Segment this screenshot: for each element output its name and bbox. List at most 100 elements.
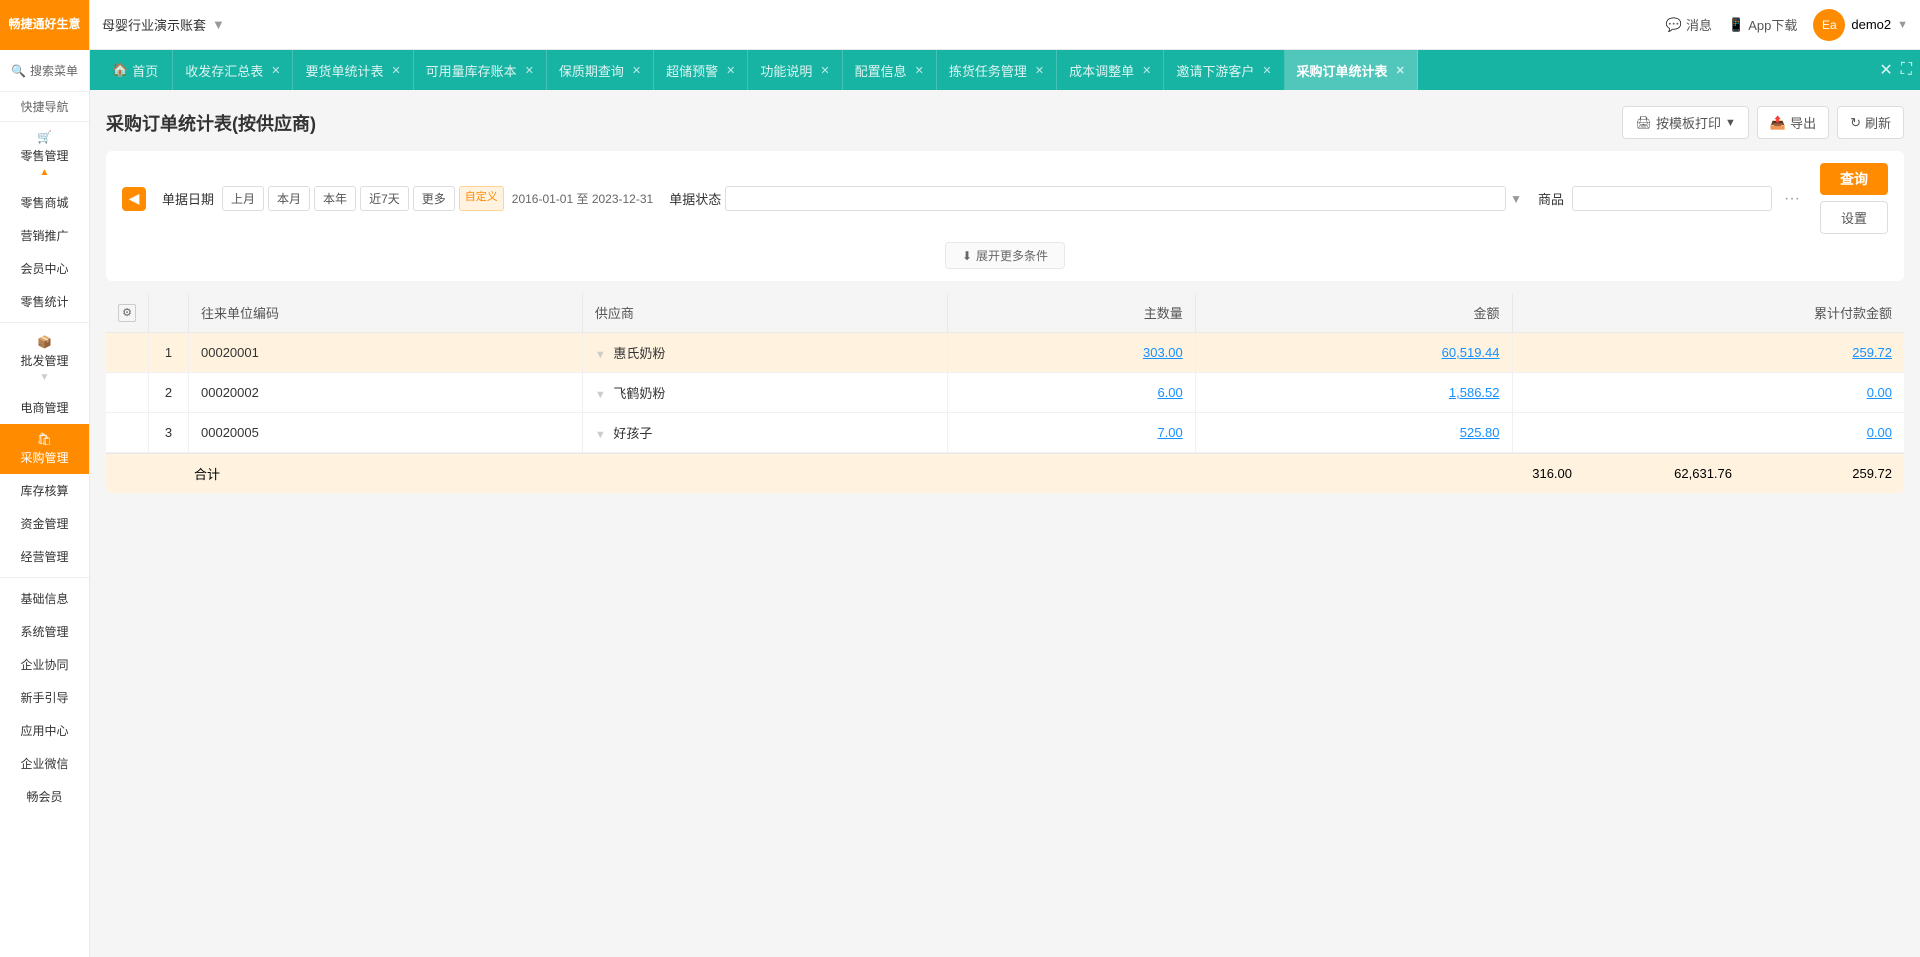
app-download-button[interactable]: 📱 App下载	[1728, 15, 1797, 34]
sidebar-item-retail-stats[interactable]: 零售统计	[0, 285, 89, 318]
export-button[interactable]: 📤 导出	[1757, 106, 1829, 139]
goods-input[interactable]	[1572, 186, 1772, 211]
quick-nav-section: 快捷导航	[0, 92, 89, 122]
tab-requisition-close[interactable]: ✕	[391, 64, 400, 77]
sidebar-item-icon: 🛍	[37, 432, 52, 446]
expand-down-icon: ⬇	[962, 249, 972, 263]
close-tab-button[interactable]: ✕	[1879, 60, 1892, 80]
goods-more-icon[interactable]: ···	[1780, 187, 1804, 211]
tab-invite[interactable]: 邀请下游客户 ✕	[1164, 50, 1284, 90]
date-more-button[interactable]: 更多	[413, 186, 455, 211]
quick-nav-label: 快捷导航	[0, 92, 89, 121]
sidebar-item-label: 经营管理	[20, 548, 68, 565]
refresh-button[interactable]: ↻ 刷新	[1837, 106, 1904, 139]
tab-purchase-stats-close[interactable]: ✕	[1396, 64, 1405, 77]
sidebar-item-guide[interactable]: 新手引导	[0, 681, 89, 714]
row-paid-link[interactable]: 259.72	[1852, 345, 1892, 360]
th-amount: 金额	[1195, 293, 1512, 333]
tab-func-close[interactable]: ✕	[820, 64, 829, 77]
tab-picking-close[interactable]: ✕	[1035, 64, 1044, 77]
date-last-7-days-button[interactable]: 近7天	[360, 186, 409, 211]
user-arrow-icon: ▼	[1897, 19, 1908, 31]
query-button[interactable]: 查询	[1820, 163, 1888, 195]
sidebar-item-purchase[interactable]: 🛍 采购管理	[0, 424, 89, 474]
tab-invite-close[interactable]: ✕	[1262, 64, 1271, 77]
row-paid-link[interactable]: 0.00	[1867, 425, 1892, 440]
sidebar-item-finance[interactable]: 资金管理	[0, 507, 89, 540]
sidebar-item-label: 零售商城	[20, 194, 68, 211]
sidebar-item-marketing[interactable]: 营销推广	[0, 219, 89, 252]
table-header-row: ⚙ 往来单位编码 供应商 主数量 金额 累计付款金额	[106, 293, 1904, 333]
table-row[interactable]: 1 00020001 ▼ 惠氏奶粉 303.00 60,519.44	[106, 333, 1904, 373]
row-amount-link[interactable]: 1,586.52	[1449, 385, 1500, 400]
table-row[interactable]: 2 00020002 ▼ 飞鹤奶粉 6.00 1,586.52	[106, 373, 1904, 413]
row-amount-link[interactable]: 525.80	[1460, 425, 1500, 440]
expand-more-button[interactable]: ⬇ 展开更多条件	[945, 242, 1065, 269]
settings-button[interactable]: 设置	[1820, 201, 1888, 234]
sidebar-item-collab[interactable]: 企业协同	[0, 648, 89, 681]
user-menu[interactable]: Ea demo2 ▼	[1813, 9, 1908, 41]
table-row[interactable]: 3 00020005 ▼ 好孩子 7.00 525.80	[106, 413, 1904, 453]
tab-purchase-stats[interactable]: 采购订单统计表 ✕	[1285, 50, 1418, 90]
sidebar-item-members[interactable]: 会员中心	[0, 252, 89, 285]
sidebar-item-system[interactable]: 系统管理	[0, 615, 89, 648]
workspace-selector[interactable]: 母婴行业演示账套 ▼	[102, 15, 1658, 34]
row-qty-link[interactable]: 303.00	[1143, 345, 1183, 360]
tab-collection[interactable]: 收发存汇总表 ✕	[173, 50, 293, 90]
message-button[interactable]: 💬 消息	[1666, 15, 1712, 34]
row-qty-link[interactable]: 7.00	[1157, 425, 1182, 440]
tab-config[interactable]: 配置信息 ✕	[843, 50, 937, 90]
maximize-tab-button[interactable]: ⛶	[1901, 61, 1912, 79]
th-code: 往来单位编码	[189, 293, 583, 333]
avatar-text: Ea	[1822, 18, 1837, 32]
sidebar-item-label: 零售统计	[20, 293, 68, 310]
status-input[interactable]	[725, 186, 1506, 211]
sidebar-item-ops[interactable]: 经营管理	[0, 540, 89, 573]
sidebar-item-retail[interactable]: 🛒 零售管理 ▲	[0, 122, 89, 186]
sidebar-item-appstore[interactable]: 应用中心	[0, 714, 89, 747]
tab-func[interactable]: 功能说明 ✕	[748, 50, 842, 90]
tab-overstock[interactable]: 超储预警 ✕	[654, 50, 748, 90]
expand-label: 展开更多条件	[976, 247, 1048, 264]
tab-cost-close[interactable]: ✕	[1142, 64, 1151, 77]
tab-available[interactable]: 可用量库存账本 ✕	[414, 50, 547, 90]
row-amount: 1,586.52	[1195, 373, 1512, 413]
sidebar-item-label: 电商管理	[20, 399, 68, 416]
sidebar-item-basic[interactable]: 基础信息	[0, 582, 89, 615]
sidebar-item-retail-shop[interactable]: 零售商城	[0, 186, 89, 219]
tab-picking[interactable]: 拣货任务管理 ✕	[937, 50, 1057, 90]
tab-cost[interactable]: 成本调整单 ✕	[1057, 50, 1164, 90]
tab-expiry-close[interactable]: ✕	[632, 64, 641, 77]
filter-toggle-button[interactable]: ◀	[122, 187, 146, 211]
tab-requisition[interactable]: 要货单统计表 ✕	[293, 50, 413, 90]
date-custom-tag[interactable]: 自定义	[459, 186, 504, 211]
tab-requisition-label: 要货单统计表	[305, 61, 383, 80]
sidebar-item-vip[interactable]: 畅会员	[0, 780, 89, 813]
nav-tabs-end: ✕ ⛶	[1879, 60, 1912, 80]
row-amount-link[interactable]: 60,519.44	[1442, 345, 1500, 360]
sidebar-item-label: 营销推广	[20, 227, 68, 244]
tab-available-close[interactable]: ✕	[525, 64, 534, 77]
tab-home[interactable]: 🏠 首页	[98, 50, 173, 90]
sidebar-item-wechat[interactable]: 企业微信	[0, 747, 89, 780]
tab-collection-close[interactable]: ✕	[271, 64, 280, 77]
sidebar-item-inventory[interactable]: 库存核算	[0, 474, 89, 507]
sidebar-item-batch[interactable]: 📦 批发管理 ▼	[0, 327, 89, 391]
tab-overstock-close[interactable]: ✕	[726, 64, 735, 77]
row-supplier: ▼ 好孩子	[582, 413, 947, 453]
row-qty-link[interactable]: 6.00	[1157, 385, 1182, 400]
sidebar-item-ecom[interactable]: 电商管理	[0, 391, 89, 424]
row-paid-link[interactable]: 0.00	[1867, 385, 1892, 400]
date-last-month-button[interactable]: 上月	[222, 186, 264, 211]
tab-expiry[interactable]: 保质期查询 ✕	[547, 50, 654, 90]
date-this-month-button[interactable]: 本月	[268, 186, 310, 211]
sidebar: 畅捷通好生意 🔍 搜索菜单 快捷导航 🛒 零售管理 ▲ 零售商城 营销推广 会员…	[0, 0, 90, 957]
search-menu-button[interactable]: 🔍 搜索菜单	[6, 58, 83, 83]
date-this-year-button[interactable]: 本年	[314, 186, 356, 211]
print-button[interactable]: 🖨 按模板打印 ▼	[1622, 106, 1748, 139]
column-settings-icon[interactable]: ⚙	[118, 304, 136, 322]
tab-config-close[interactable]: ✕	[915, 64, 924, 77]
tab-available-label: 可用量库存账本	[426, 61, 517, 80]
row-amount: 60,519.44	[1195, 333, 1512, 373]
printer-icon: 🖨	[1635, 115, 1652, 131]
